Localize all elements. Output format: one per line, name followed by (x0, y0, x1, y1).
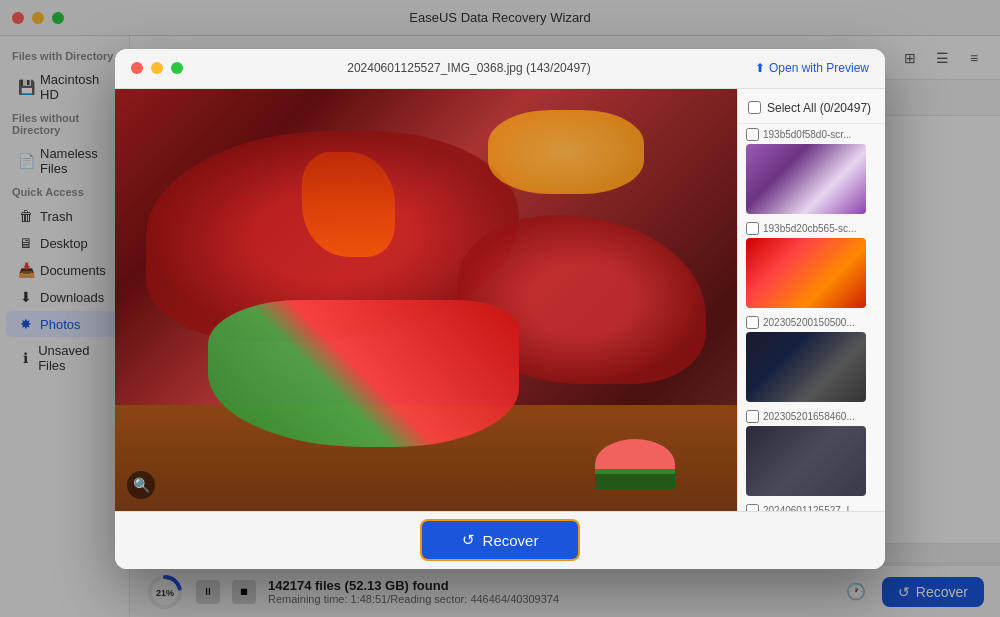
recover-modal-icon: ↺ (462, 531, 475, 549)
thumbnail-item-3[interactable]: 202305200150500... (746, 316, 877, 402)
zoom-icon-glyph: 🔍 (133, 477, 150, 493)
orange-fruit (302, 152, 395, 258)
thumb-checkbox-1[interactable] (746, 128, 759, 141)
recover-modal-label: Recover (483, 532, 539, 549)
thumb-img-visual-3 (746, 332, 866, 402)
thumb-img-1[interactable] (746, 144, 866, 214)
thumb-filename-1: 193b5d0f58d0-scr... (746, 128, 877, 141)
thumb-filename-5: 20240601125527_I... (746, 504, 877, 511)
thumbnail-scroll-area[interactable]: 193b5d0f58d0-scr... 193b5d20cb565-sc... (738, 124, 885, 511)
select-all-row: Select All (0/20497) (748, 97, 875, 119)
select-all-label: Select All (0/20497) (767, 101, 871, 115)
watermelon-slice (595, 439, 675, 489)
modal-maximize-button[interactable] (171, 62, 183, 74)
thumb-checkbox-2[interactable] (746, 222, 759, 235)
thumb-img-visual-4 (746, 426, 866, 496)
image-preview-area: 🔍 (115, 89, 737, 511)
open-with-preview-button[interactable]: ⬆ Open with Preview (755, 61, 869, 75)
recover-button-modal[interactable]: ↺ Recover (420, 519, 581, 561)
thumb-filename-2: 193b5d20cb565-sc... (746, 222, 877, 235)
thumbnail-item-1[interactable]: 193b5d0f58d0-scr... (746, 128, 877, 214)
thumb-checkbox-5[interactable] (746, 504, 759, 511)
zoom-in-button[interactable]: 🔍 (127, 471, 155, 499)
thumb-filename-4: 202305201658460... (746, 410, 877, 423)
thumb-header: Select All (0/20497) (738, 89, 885, 124)
thumb-checkbox-3[interactable] (746, 316, 759, 329)
thumbnail-panel: Select All (0/20497) 193b5d0f58d0-scr... (737, 89, 885, 511)
thumb-checkbox-4[interactable] (746, 410, 759, 423)
thumb-img-visual-1 (746, 144, 866, 214)
modal-title: 20240601125527_IMG_0368.jpg (143/20497) (183, 61, 755, 75)
preview-modal: 20240601125527_IMG_0368.jpg (143/20497) … (115, 49, 885, 569)
thumb-img-visual-2 (746, 238, 866, 308)
thumb-img-3[interactable] (746, 332, 866, 402)
thumbnail-item-5[interactable]: 20240601125527_I... (746, 504, 877, 511)
open-preview-label: Open with Preview (769, 61, 869, 75)
thumbnail-item-2[interactable]: 193b5d20cb565-sc... (746, 222, 877, 308)
modal-overlay[interactable]: 20240601125527_IMG_0368.jpg (143/20497) … (0, 0, 1000, 617)
thumb-img-4[interactable] (746, 426, 866, 496)
thumb-img-2[interactable] (746, 238, 866, 308)
modal-body: 🔍 Select All (0/20497) 193b5 (115, 89, 885, 511)
modal-close-button[interactable] (131, 62, 143, 74)
thumb-filename-3: 202305200150500... (746, 316, 877, 329)
yellow-fruit (488, 110, 644, 194)
modal-footer: ↺ Recover (115, 511, 885, 569)
select-all-checkbox[interactable] (748, 101, 761, 114)
thumbnail-item-4[interactable]: 202305201658460... (746, 410, 877, 496)
share-icon: ⬆ (755, 61, 765, 75)
fruit-overlay-3 (208, 300, 519, 448)
preview-image (115, 89, 737, 511)
modal-minimize-button[interactable] (151, 62, 163, 74)
modal-window-controls (131, 62, 183, 74)
modal-title-bar: 20240601125527_IMG_0368.jpg (143/20497) … (115, 49, 885, 89)
